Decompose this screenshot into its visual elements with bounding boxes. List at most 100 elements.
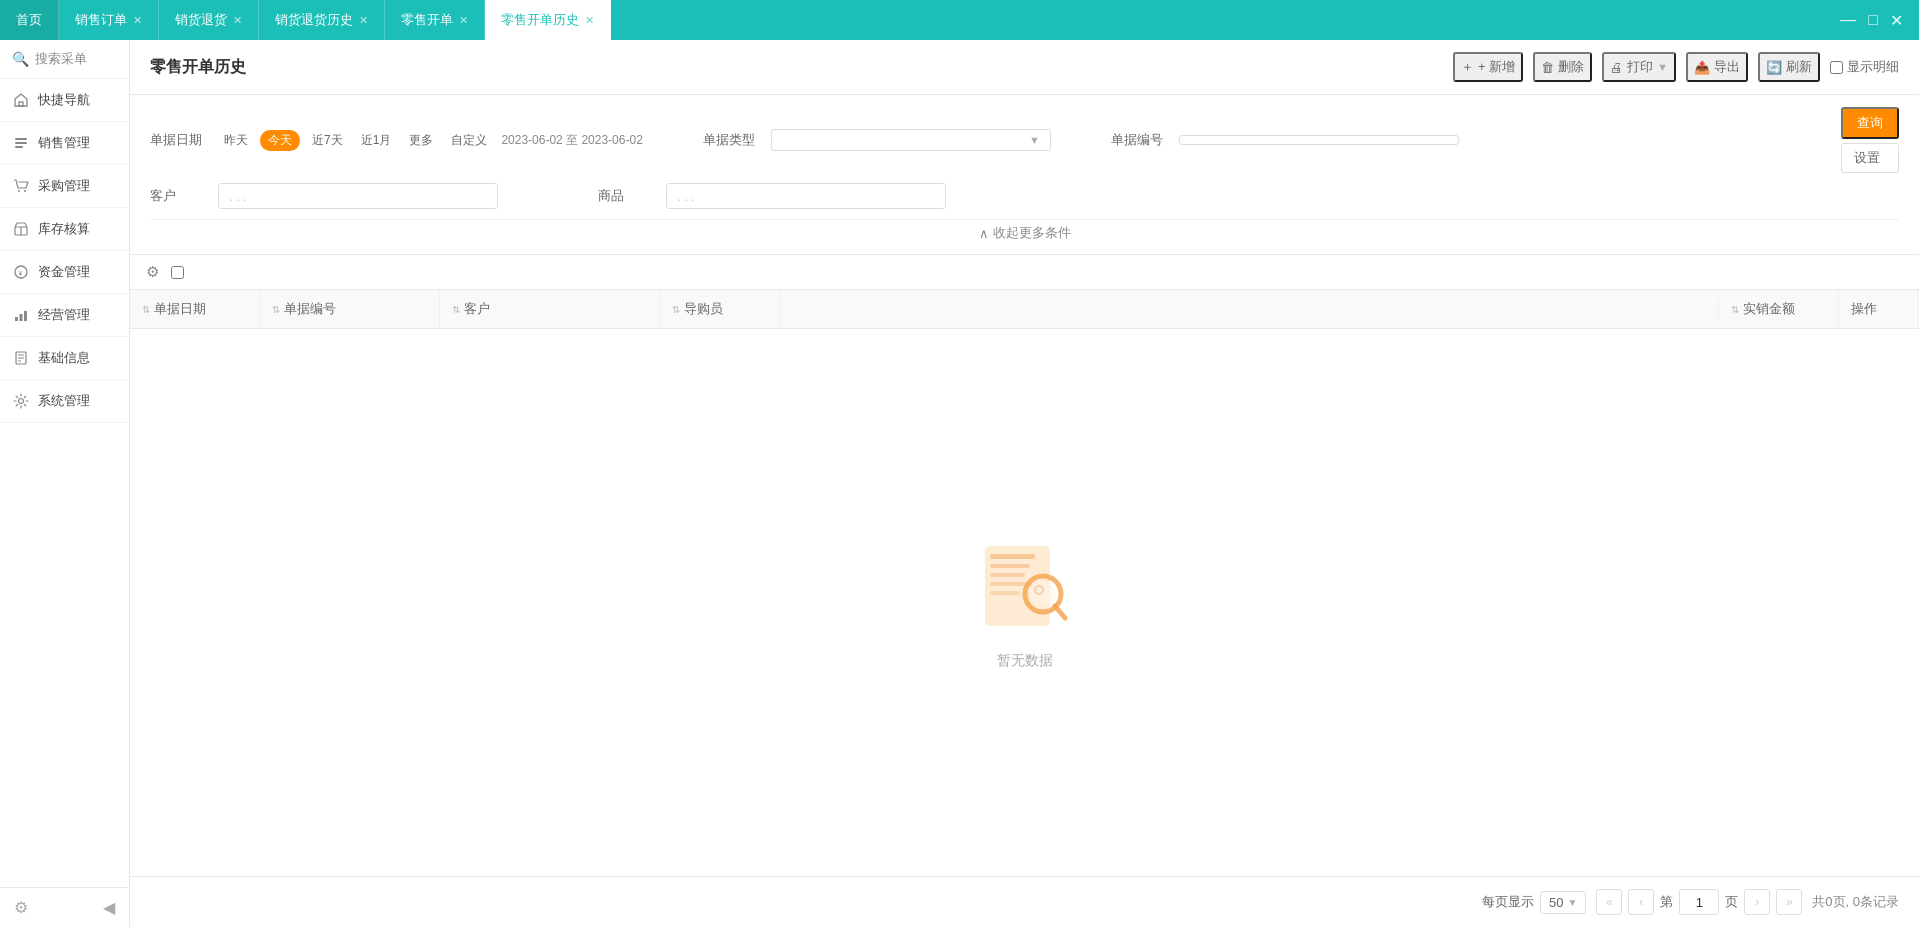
page-label: 第 (1660, 893, 1673, 911)
nav-tab-return-goods[interactable]: 销货退货✕ (159, 0, 259, 40)
th-amount[interactable]: ⇅ 实销金额 (1719, 290, 1839, 328)
page-size-select[interactable]: 50 ▼ (1540, 891, 1586, 914)
delete-button[interactable]: 🗑 删除 (1533, 52, 1592, 82)
close-icon[interactable]: ✕ (359, 14, 368, 27)
last-page-icon: » (1786, 895, 1793, 909)
sales-mgmt-icon (12, 134, 30, 152)
export-icon: 📤 (1694, 60, 1710, 75)
date-options: 昨天 今天 近7天 近1月 更多 自定义 (218, 130, 493, 151)
finance-icon: ¥ (12, 263, 30, 281)
next-page-icon: › (1755, 895, 1759, 909)
svg-rect-20 (990, 564, 1030, 568)
svg-line-26 (1055, 606, 1065, 618)
sort-icon: ⇅ (672, 304, 680, 315)
empty-text: 暂无数据 (997, 652, 1053, 670)
close-icon[interactable]: ✕ (459, 14, 468, 27)
th-date[interactable]: ⇅ 单据日期 (130, 290, 260, 328)
th-customer[interactable]: ⇅ 客户 (440, 290, 660, 328)
sidebar-item-system[interactable]: 系统管理 (0, 380, 129, 423)
first-page-icon: « (1606, 895, 1613, 909)
nav-tab-return-history[interactable]: 销货退货历史✕ (259, 0, 385, 40)
display-detail-checkbox[interactable] (1830, 61, 1843, 74)
select-all-checkbox[interactable] (171, 266, 184, 279)
sort-icon: ⇅ (1731, 304, 1739, 315)
th-order-no[interactable]: ⇅ 单据编号 (260, 290, 440, 328)
empty-illustration (965, 536, 1085, 636)
date-option-more[interactable]: 更多 (403, 130, 439, 151)
close-button[interactable]: ✕ (1890, 11, 1903, 30)
date-range-value: 2023-06-02 至 2023-06-02 (501, 132, 642, 149)
type-select[interactable]: ▼ (771, 129, 1051, 151)
sidebar-item-operations[interactable]: 经营管理 (0, 294, 129, 337)
nav-tab-retail-history[interactable]: 零售开单历史✕ (485, 0, 611, 40)
sidebar-item-base-info[interactable]: 基础信息 (0, 337, 129, 380)
last-page-btn[interactable]: » (1776, 889, 1802, 915)
date-option-last7[interactable]: 近7天 (306, 130, 349, 151)
next-page-btn[interactable]: › (1744, 889, 1770, 915)
sidebar-item-inventory[interactable]: 库存核算 (0, 208, 129, 251)
customer-filter-group: 客户 ... (150, 183, 498, 209)
close-icon[interactable]: ✕ (585, 14, 594, 27)
add-button[interactable]: ＋ + 新增 (1453, 52, 1523, 82)
date-option-yesterday[interactable]: 昨天 (218, 130, 254, 151)
minimize-button[interactable]: — (1840, 11, 1856, 29)
system-icon (12, 392, 30, 410)
svg-rect-1 (15, 138, 27, 140)
filter-row-1: 单据日期 昨天 今天 近7天 近1月 更多 自定义 2023-06-02 至 2… (150, 107, 1899, 173)
first-page-btn[interactable]: « (1596, 889, 1622, 915)
collapse-icon[interactable]: ◀ (103, 898, 115, 917)
collapse-more-btn[interactable]: ∧ 收起更多条件 (150, 219, 1899, 246)
date-option-last1month[interactable]: 近1月 (355, 130, 398, 151)
window-controls: — □ ✕ (1824, 11, 1919, 30)
svg-point-25 (1030, 581, 1056, 607)
sidebar-item-quick-nav[interactable]: 快捷导航 (0, 79, 129, 122)
date-option-today[interactable]: 今天 (260, 130, 300, 151)
nav-tab-sales-order[interactable]: 销售订单✕ (59, 0, 159, 40)
nav-tab-home[interactable]: 首页 (0, 0, 59, 40)
query-buttons: 查询 设置 (1841, 107, 1899, 173)
svg-rect-12 (24, 311, 27, 321)
product-filter-group: 商品 ... (598, 183, 946, 209)
sidebar-search[interactable]: 🔍 搜索采单 (0, 40, 129, 79)
svg-rect-2 (15, 142, 27, 144)
sort-icon: ⇅ (272, 304, 280, 315)
sidebar-item-label: 经营管理 (38, 306, 90, 324)
print-button[interactable]: 🖨 打印 ▼ (1602, 52, 1676, 82)
sidebar-item-label: 系统管理 (38, 392, 90, 410)
order-no-input[interactable] (1179, 135, 1459, 145)
display-detail-wrapper[interactable]: 显示明细 (1830, 58, 1899, 76)
nav-tab-retail-open[interactable]: 零售开单✕ (385, 0, 485, 40)
maximize-button[interactable]: □ (1868, 11, 1878, 29)
print-dropdown-icon: ▼ (1657, 61, 1668, 73)
nav-tabs: 首页销售订单✕销货退货✕销货退货历史✕零售开单✕零售开单历史✕ (0, 0, 1824, 40)
export-button[interactable]: 📤 导出 (1686, 52, 1748, 82)
close-icon[interactable]: ✕ (133, 14, 142, 27)
customer-input[interactable]: ... (218, 183, 498, 209)
sidebar-item-finance[interactable]: ¥ 资金管理 (0, 251, 129, 294)
product-label: 商品 (598, 187, 658, 205)
sidebar-item-purchase-mgmt[interactable]: 采购管理 (0, 165, 129, 208)
page-number-input[interactable] (1679, 889, 1719, 915)
query-button[interactable]: 查询 (1841, 107, 1899, 139)
product-input[interactable]: ... (666, 183, 946, 209)
th-guide[interactable]: ⇅ 导购员 (660, 290, 780, 328)
refresh-button[interactable]: 🔄 刷新 (1758, 52, 1820, 82)
page-title: 零售开单历史 (150, 57, 246, 78)
trash-icon: 🗑 (1541, 60, 1554, 75)
close-icon[interactable]: ✕ (233, 14, 242, 27)
table-settings-icon[interactable]: ⚙ (146, 263, 159, 281)
per-page-label: 每页显示 (1482, 893, 1534, 911)
date-option-custom[interactable]: 自定义 (445, 130, 493, 151)
svg-rect-23 (990, 591, 1020, 595)
search-icon: 🔍 (12, 51, 29, 67)
th-action: 操作 (1839, 290, 1919, 328)
customer-label: 客户 (150, 187, 210, 205)
sidebar-item-label: 销售管理 (38, 134, 90, 152)
pagination: 每页显示 50 ▼ « ‹ 第 页 (130, 876, 1919, 927)
sidebar-item-sales-mgmt[interactable]: 销售管理 (0, 122, 129, 165)
prev-page-btn[interactable]: ‹ (1628, 889, 1654, 915)
svg-rect-0 (19, 102, 23, 106)
settings-button[interactable]: 设置 (1841, 143, 1899, 173)
settings-bottom-icon[interactable]: ⚙ (14, 898, 28, 917)
sidebar: 🔍 搜索采单 快捷导航 销售管理 采购管理 库存核算 ¥ 资金管理 经营管理 基… (0, 40, 130, 927)
